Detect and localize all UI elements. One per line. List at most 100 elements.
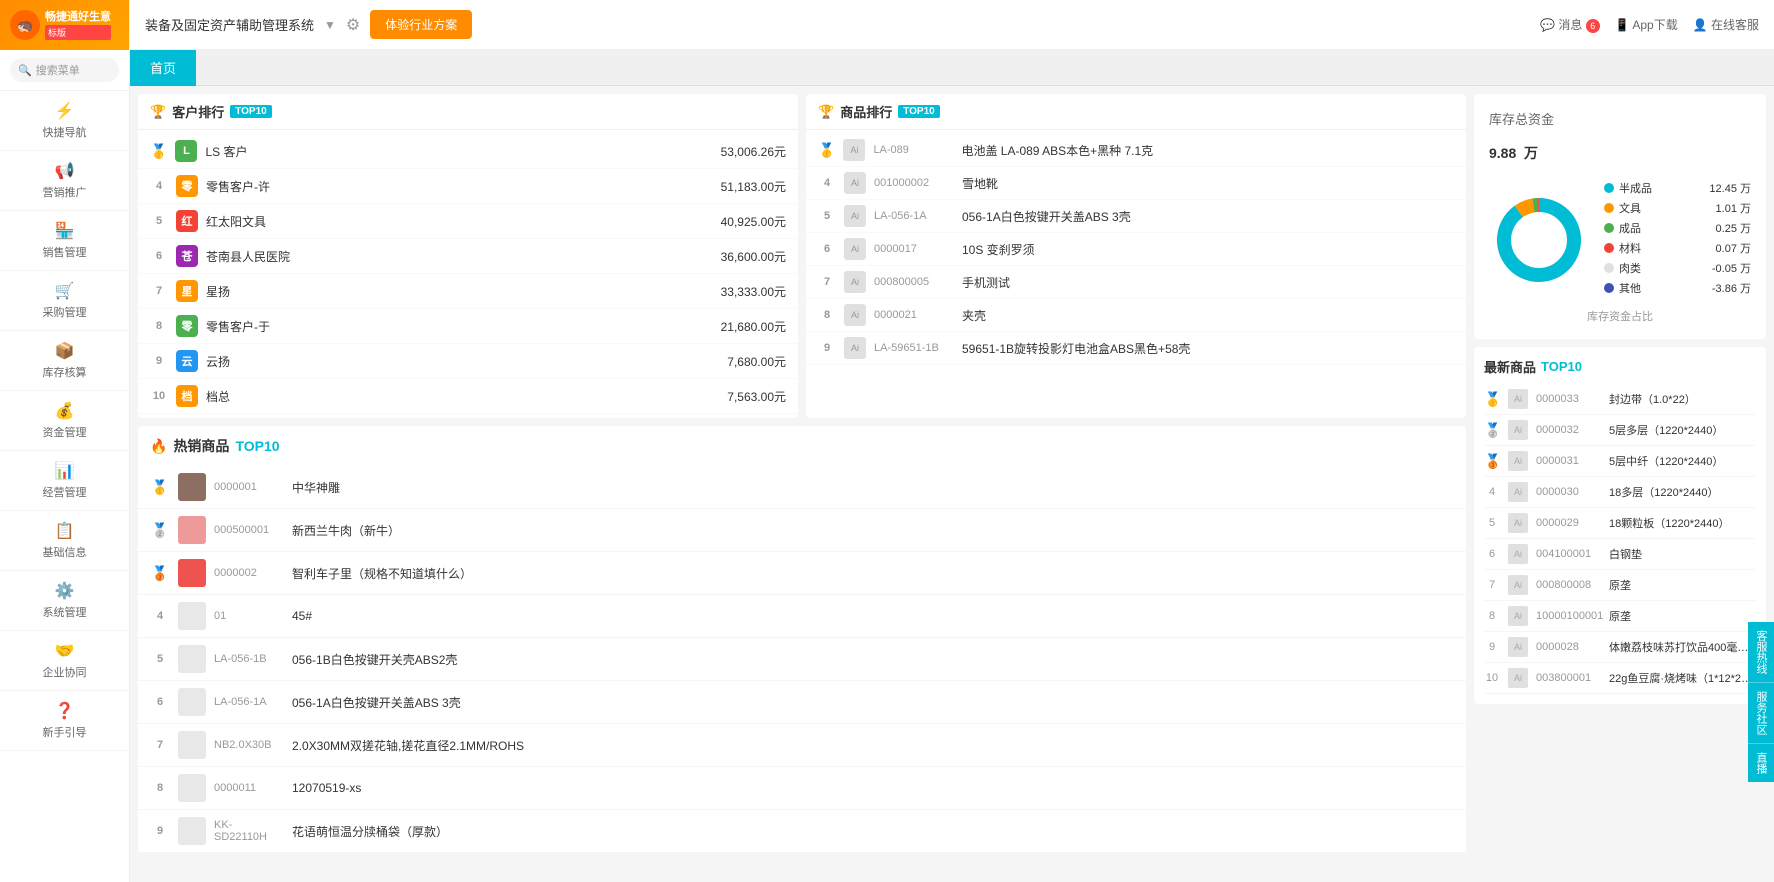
inventory-value: 9.88 万 bbox=[1489, 133, 1751, 165]
edition-badge: 标版 bbox=[45, 25, 111, 40]
product-name: 雪地靴 bbox=[962, 175, 1454, 192]
avatar: 红 bbox=[176, 210, 198, 232]
table-row: 🥇 L LS 客户 53,006.26元 bbox=[138, 134, 798, 169]
product-thumbnail: Ai bbox=[843, 139, 865, 161]
product-thumbnail: Ai bbox=[1508, 575, 1528, 595]
table-row: 10 档 档总 7,563.00元 bbox=[138, 379, 798, 414]
rank-num: 9 bbox=[150, 821, 170, 841]
list-item: 🥈 Ai 0000032 5层多层（1220*2440） bbox=[1484, 415, 1756, 446]
sidebar-item-base[interactable]: 📋 基础信息 bbox=[0, 511, 129, 571]
rank-num: 6 bbox=[150, 247, 168, 265]
rank-num: 9 bbox=[150, 352, 168, 370]
legend-value: 1.01 万 bbox=[1716, 200, 1751, 216]
table-row: 4 Ai 001000002 雪地靴 bbox=[806, 167, 1466, 200]
settings-icon[interactable]: ⚙ bbox=[346, 15, 360, 35]
sidebar-item-sales[interactable]: 🏪 销售管理 bbox=[0, 211, 129, 271]
hot-icon: 🔥 bbox=[150, 438, 167, 455]
rank-num: 9 bbox=[1484, 641, 1500, 653]
product-name: 电池盖 LA-089 ABS本色+黑种 7.1克 bbox=[961, 142, 1454, 159]
messages-item[interactable]: 💬 消息 6 bbox=[1540, 16, 1600, 33]
list-item: 9 Ai 0000028 体嫩荔枝味苏打饮品400毫升（1*15） bbox=[1484, 632, 1756, 663]
dropdown-icon[interactable]: ▼ bbox=[324, 18, 336, 32]
legend-value: -0.05 万 bbox=[1712, 260, 1751, 276]
sidebar-item-finance[interactable]: 💰 资金管理 bbox=[0, 391, 129, 451]
medal-icon: 🥇 bbox=[150, 143, 167, 160]
product-thumbnail: Ai bbox=[844, 337, 866, 359]
service-live-btn[interactable]: 直播 bbox=[1748, 744, 1774, 782]
donut-section: 半成品 12.45 万 文具 1.01 万 成品 0.25 万 bbox=[1489, 180, 1751, 300]
service-community-btn[interactable]: 服务社区 bbox=[1748, 683, 1774, 744]
sidebar-item-label: 快捷导航 bbox=[43, 124, 87, 140]
customer-value: 36,600.00元 bbox=[721, 248, 786, 265]
table-row: 4 零 零售客户-许 51,183.00元 bbox=[138, 169, 798, 204]
customer-name: 零售客户-于 bbox=[206, 318, 713, 335]
topbar: 装备及固定资产辅助管理系统 ▼ ⚙ 体验行业方案 💬 消息 6 📱 App下载 … bbox=[130, 0, 1774, 50]
table-row: 8 零 零售客户-于 21,680.00元 bbox=[138, 309, 798, 344]
app-download-item[interactable]: 📱 App下载 bbox=[1615, 16, 1678, 33]
trial-button[interactable]: 体验行业方案 bbox=[370, 10, 472, 39]
customer-name: 苍南县人民医院 bbox=[206, 248, 713, 265]
legend-dot bbox=[1604, 243, 1614, 253]
sidebar-item-label: 销售管理 bbox=[43, 244, 87, 260]
product-name: 原垄 bbox=[1609, 608, 1756, 624]
sales-icon: 🏪 bbox=[55, 221, 75, 241]
marketing-icon: 📢 bbox=[55, 161, 75, 181]
search-bar[interactable]: 🔍 搜索菜单 bbox=[10, 58, 119, 82]
sidebar-item-marketing[interactable]: 📢 营销推广 bbox=[0, 151, 129, 211]
product-code: LA-056-1A bbox=[874, 210, 954, 222]
table-row: 5 红 红太阳文具 40,925.00元 bbox=[138, 204, 798, 239]
table-row: 6 Ai 0000017 10S 变刹罗须 bbox=[806, 233, 1466, 266]
finance-icon: 💰 bbox=[55, 401, 75, 421]
product-top10-badge: TOP10 bbox=[898, 105, 940, 118]
legend-value: 12.45 万 bbox=[1709, 180, 1751, 196]
sidebar-item-purchase[interactable]: 🛒 采购管理 bbox=[0, 271, 129, 331]
sidebar-item-label: 营销推广 bbox=[43, 184, 87, 200]
product-name: 18多层（1220*2440） bbox=[1609, 484, 1756, 500]
product-thumbnail bbox=[178, 645, 206, 673]
product-name: 体嫩荔枝味苏打饮品400毫升（1*15） bbox=[1609, 639, 1756, 655]
product-thumbnail: Ai bbox=[844, 304, 866, 326]
newest-top10-badge: TOP10 bbox=[1541, 359, 1582, 374]
list-item: 9 KK-SD22110H 花语萌恒温分牍桶袋（厚款） bbox=[138, 810, 1466, 853]
legend-label: 成品 bbox=[1619, 220, 1711, 236]
avatar: 档 bbox=[176, 385, 198, 407]
list-item: 5 Ai 0000029 18颗粒板（1220*2440） bbox=[1484, 508, 1756, 539]
sidebar-nav: ⚡ 快捷导航 📢 营销推广 🏪 销售管理 🛒 采购管理 📦 库存核算 💰 资金管… bbox=[0, 91, 129, 882]
sidebar-item-enterprise[interactable]: 🤝 企业协同 bbox=[0, 631, 129, 691]
customer-name: 档总 bbox=[206, 388, 719, 405]
service-hotline-btn[interactable]: 客服热线 bbox=[1748, 622, 1774, 683]
system-icon: ⚙️ bbox=[55, 581, 75, 601]
product-code: 0000029 bbox=[1536, 517, 1601, 529]
newest-products-panel: 最新商品 TOP10 🥇 Ai 0000033 封边带（1.0*22） 🥈 Ai… bbox=[1474, 347, 1766, 704]
product-name: 59651-1B旋转投影灯电池盒ABS黑色+58壳 bbox=[962, 340, 1454, 357]
product-code: LA-056-1A bbox=[214, 696, 284, 708]
product-code: 0000028 bbox=[1536, 641, 1601, 653]
product-name: 056-1A白色按键开关盖ABS 3壳 bbox=[292, 694, 1454, 711]
product-thumbnail: Ai bbox=[844, 205, 866, 227]
sidebar-item-operation[interactable]: 📊 经营管理 bbox=[0, 451, 129, 511]
list-item: 5 LA-056-1B 056-1B白色按键开关壳ABS2壳 bbox=[138, 638, 1466, 681]
customer-name: 红太阳文具 bbox=[206, 213, 713, 230]
newest-products-header: 最新商品 TOP10 bbox=[1484, 357, 1756, 376]
sidebar-item-system[interactable]: ⚙️ 系统管理 bbox=[0, 571, 129, 631]
tab-bar: 首页 bbox=[130, 50, 1774, 86]
sidebar-item-inventory[interactable]: 📦 库存核算 bbox=[0, 331, 129, 391]
search-icon: 🔍 bbox=[18, 64, 32, 77]
customer-value: 7,563.00元 bbox=[727, 388, 786, 405]
product-ranking-title: 商品排行 bbox=[840, 102, 892, 121]
product-code: 0000001 bbox=[214, 481, 284, 493]
legend-dot bbox=[1604, 183, 1614, 193]
table-row: 6 苍 苍南县人民医院 36,600.00元 bbox=[138, 239, 798, 274]
customer-ranking-title: 客户排行 bbox=[172, 102, 224, 121]
table-row: 7 星 星扬 33,333.00元 bbox=[138, 274, 798, 309]
customer-value: 21,680.00元 bbox=[721, 318, 786, 335]
topbar-right: 💬 消息 6 📱 App下载 👤 在线客服 bbox=[1540, 16, 1759, 33]
sidebar-item-guide[interactable]: ❓ 新手引导 bbox=[0, 691, 129, 751]
product-name: 10S 变刹罗须 bbox=[962, 241, 1454, 258]
sidebar-item-quick[interactable]: ⚡ 快捷导航 bbox=[0, 91, 129, 151]
product-thumbnail: Ai bbox=[1508, 482, 1528, 502]
product-thumbnail: Ai bbox=[1508, 451, 1528, 471]
online-service-item[interactable]: 👤 在线客服 bbox=[1693, 16, 1759, 33]
sidebar-search-container: 🔍 搜索菜单 bbox=[0, 50, 129, 91]
tab-home[interactable]: 首页 bbox=[130, 50, 196, 86]
